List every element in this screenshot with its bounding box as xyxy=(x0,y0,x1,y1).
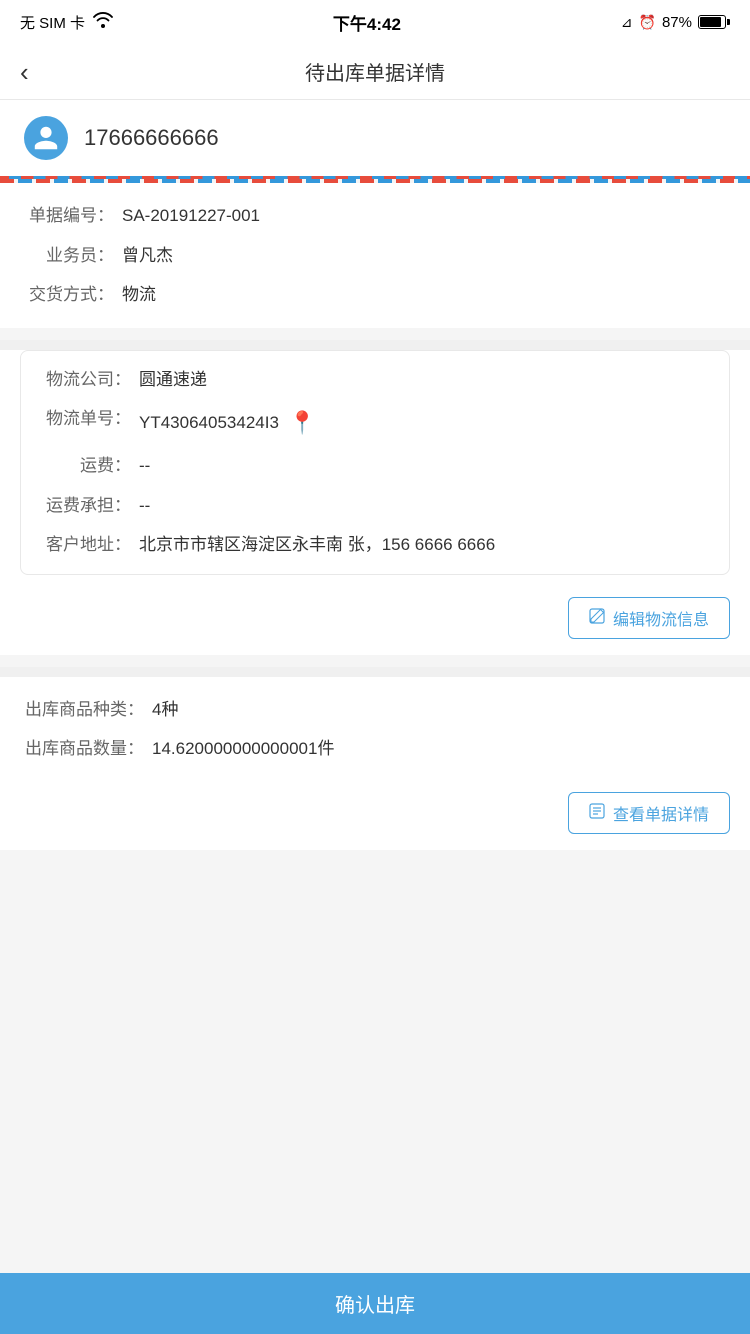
quantity-value: 14.620000000000001件 xyxy=(152,736,726,762)
document-info-section: 单据编号： SA-20191227-001 业务员： 曾凡杰 交货方式： 物流 xyxy=(0,183,750,328)
status-time: 下午4:42 xyxy=(333,10,401,35)
address-label: 客户地址： xyxy=(41,532,131,558)
page-title: 待出库单据详情 xyxy=(305,57,445,86)
separator-2 xyxy=(0,667,750,677)
delivery-row: 交货方式： 物流 xyxy=(24,282,726,308)
salesperson-label: 业务员： xyxy=(24,243,114,269)
freight-row: 运费： -- xyxy=(41,453,709,479)
confirm-button[interactable]: 确认出库 xyxy=(0,1289,750,1318)
category-label: 出库商品种类： xyxy=(24,697,144,723)
view-detail-area: 查看单据详情 xyxy=(0,782,750,850)
tracking-value-container: YT43064053424I3 📍 xyxy=(139,406,709,439)
edit-icon xyxy=(589,608,605,628)
address-value: 北京市市辖区海淀区永丰南 张，156 6666 6666 xyxy=(139,532,709,558)
quantity-label: 出库商品数量： xyxy=(24,736,144,762)
nav-bar: ‹ 待出库单据详情 xyxy=(0,44,750,100)
freight-bearer-label: 运费承担： xyxy=(41,493,131,519)
quantity-row: 出库商品数量： 14.620000000000001件 xyxy=(24,736,726,762)
back-button[interactable]: ‹ xyxy=(20,59,29,85)
customer-phone: 17666666666 xyxy=(84,125,219,151)
main-content: 17666666666 单据编号： SA-20191227-001 业务员： 曾… xyxy=(0,100,750,942)
carrier-label: 无 SIM 卡 xyxy=(20,12,85,33)
battery-percent: 87% xyxy=(662,14,692,31)
freight-label: 运费： xyxy=(41,453,131,479)
logistics-company-label: 物流公司： xyxy=(41,367,131,393)
edit-logistics-area: 编辑物流信息 xyxy=(0,587,750,655)
category-row: 出库商品种类： 4种 xyxy=(24,697,726,723)
freight-bearer-value: -- xyxy=(139,493,709,519)
alarm-icon: ⏰ xyxy=(639,14,656,31)
battery-icon xyxy=(698,15,730,29)
doc-number-label: 单据编号： xyxy=(24,203,114,229)
logistics-company-row: 物流公司： 圆通速递 xyxy=(41,367,709,393)
location-status-icon: ⊿ xyxy=(621,14,633,31)
doc-number-row: 单据编号： SA-20191227-001 xyxy=(24,203,726,229)
tracking-number: YT43064053424I3 xyxy=(139,410,279,436)
location-pin-icon[interactable]: 📍 xyxy=(289,406,316,439)
doc-number-value: SA-20191227-001 xyxy=(122,203,726,229)
logistics-inner: 物流公司： 圆通速递 物流单号： YT43064053424I3 📍 运费： -… xyxy=(20,350,730,575)
status-bar: 无 SIM 卡 下午4:42 ⊿ ⏰ 87% xyxy=(0,0,750,44)
freight-bearer-row: 运费承担： -- xyxy=(41,493,709,519)
customer-card: 17666666666 xyxy=(0,100,750,179)
delivery-label: 交货方式： xyxy=(24,282,114,308)
document-info-inner: 单据编号： SA-20191227-001 业务员： 曾凡杰 交货方式： 物流 xyxy=(0,183,750,328)
tracking-label: 物流单号： xyxy=(41,406,131,439)
logistics-section: 物流公司： 圆通速递 物流单号： YT43064053424I3 📍 运费： -… xyxy=(0,350,750,655)
salesperson-value: 曾凡杰 xyxy=(122,243,726,269)
outbound-inner: 出库商品种类： 4种 出库商品数量： 14.620000000000001件 xyxy=(0,677,750,782)
status-left: 无 SIM 卡 xyxy=(20,12,113,33)
salesperson-row: 业务员： 曾凡杰 xyxy=(24,243,726,269)
logistics-company-value: 圆通速递 xyxy=(139,367,709,393)
address-row: 客户地址： 北京市市辖区海淀区永丰南 张，156 6666 6666 xyxy=(41,532,709,558)
category-value: 4种 xyxy=(152,697,726,723)
delivery-value: 物流 xyxy=(122,282,726,308)
separator-1 xyxy=(0,340,750,350)
view-detail-button[interactable]: 查看单据详情 xyxy=(568,792,730,834)
edit-logistics-label: 编辑物流信息 xyxy=(613,606,709,630)
wifi-icon xyxy=(93,12,113,32)
avatar xyxy=(24,116,68,160)
detail-icon xyxy=(589,803,605,823)
confirm-section: 确认出库 xyxy=(0,1273,750,1334)
status-right: ⊿ ⏰ 87% xyxy=(621,14,730,31)
tracking-row: 物流单号： YT43064053424I3 📍 xyxy=(41,406,709,439)
outbound-info-section: 出库商品种类： 4种 出库商品数量： 14.620000000000001件 xyxy=(0,677,750,850)
view-detail-label: 查看单据详情 xyxy=(613,801,709,825)
edit-logistics-button[interactable]: 编辑物流信息 xyxy=(568,597,730,639)
freight-value: -- xyxy=(139,453,709,479)
